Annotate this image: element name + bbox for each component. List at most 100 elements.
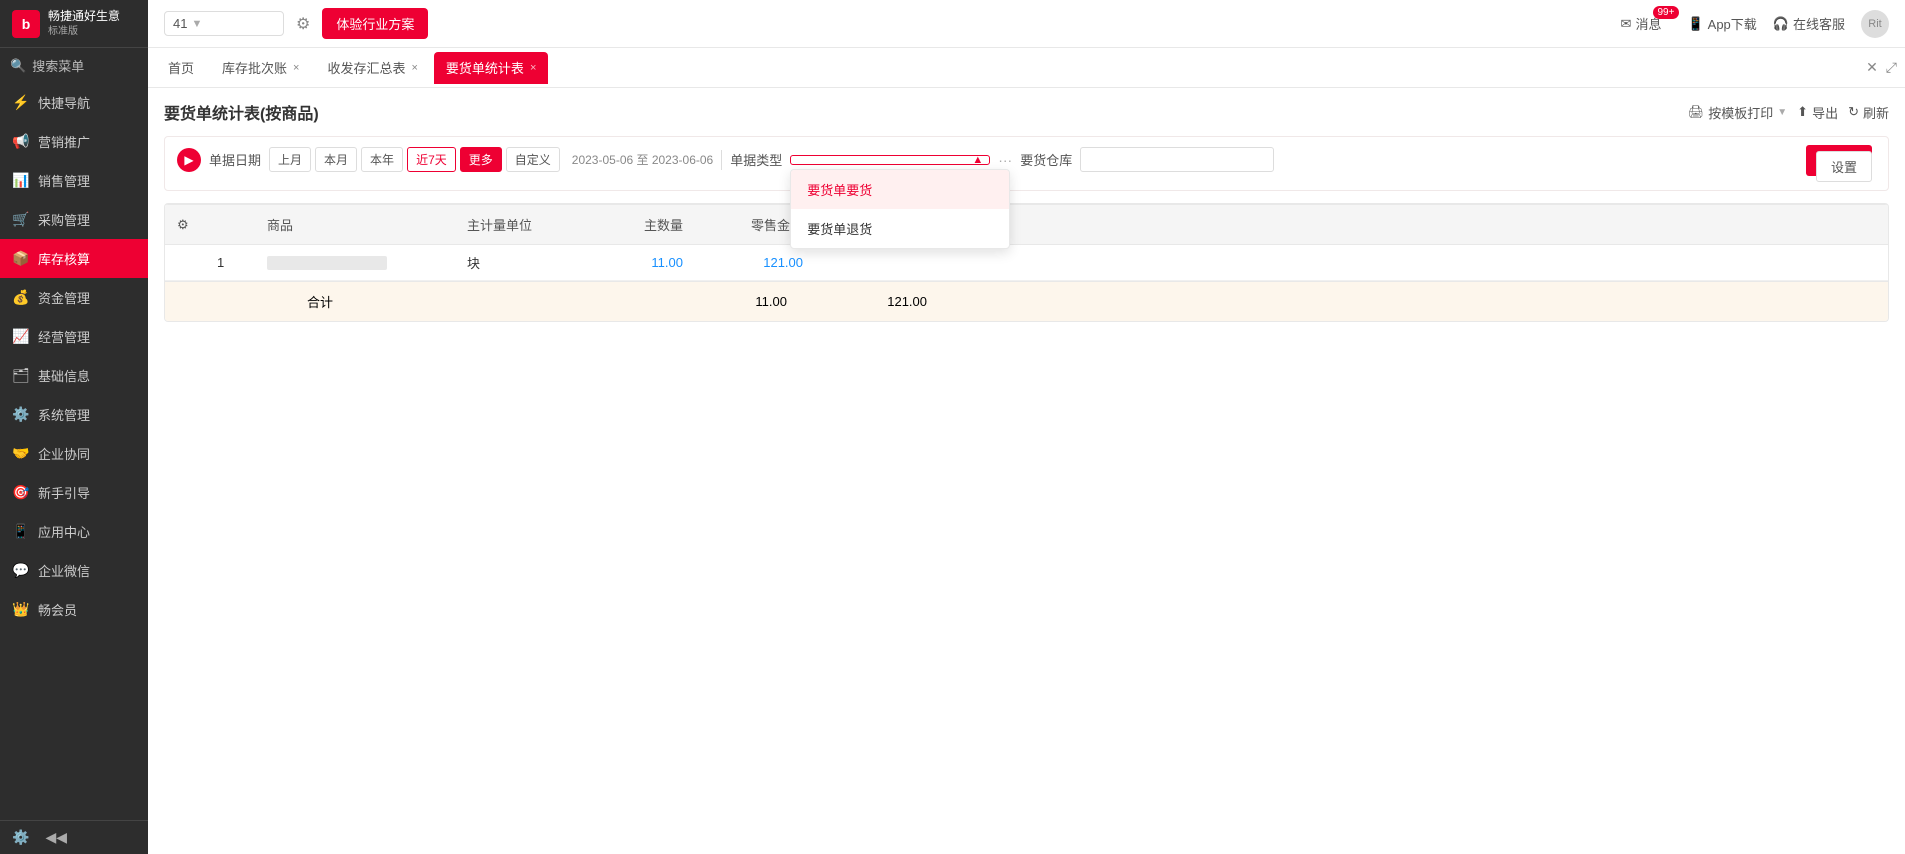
- download-icon: 📱: [1687, 16, 1703, 32]
- row-num-cell: 1: [205, 245, 255, 281]
- row-amount-cell[interactable]: 121.00: [695, 245, 815, 281]
- date-btn-custom[interactable]: 自定义: [506, 147, 560, 172]
- sidebar-item-inventory[interactable]: 📦 库存核算: [0, 239, 148, 278]
- sidebar-bottom: ⚙️ ◀◀: [0, 820, 148, 854]
- sidebar-item-shortcut[interactable]: ⚡ 快捷导航: [0, 83, 148, 122]
- row-unit-cell: 块: [455, 245, 575, 281]
- tab-receivable-summary[interactable]: 收发存汇总表 ×: [315, 52, 429, 84]
- type-selector[interactable]: ▲: [790, 155, 990, 165]
- tab-request-stats[interactable]: 要货单统计表 ×: [434, 52, 548, 84]
- marketing-icon: 📢: [12, 133, 30, 151]
- page-actions: 🖨 按模板打印 ▼ ⬆ 导出 ↻ 刷新: [1688, 103, 1889, 122]
- footer-quantity: 11.00: [667, 294, 787, 309]
- member-icon: 👑: [12, 601, 30, 619]
- main-content: 41 ▼ ⚙ 体验行业方案 ✉ 消息 99+ 📱 App下载 🎧 在线客服 Ri…: [148, 0, 1905, 854]
- date-label: 单据日期: [209, 150, 261, 169]
- sidebar-item-marketing[interactable]: 📢 营销推广: [0, 122, 148, 161]
- filter-expand-btn[interactable]: ▶: [177, 148, 201, 172]
- trial-btn[interactable]: 体验行业方案: [322, 8, 428, 39]
- print-template-btn[interactable]: 🖨 按模板打印 ▼: [1688, 103, 1787, 122]
- service-btn[interactable]: 🎧 在线客服: [1773, 14, 1845, 33]
- system-icon: ⚙️: [12, 406, 30, 424]
- guide-icon: 🎯: [12, 484, 30, 502]
- sidebar-item-operation[interactable]: 📈 经营管理: [0, 317, 148, 356]
- dropdown-item-return-request[interactable]: 要货单退货: [791, 209, 1009, 248]
- inventory-icon: 📦: [12, 250, 30, 268]
- date-btn-this-month[interactable]: 本月: [315, 147, 357, 172]
- tab-close-inventory-batch[interactable]: ×: [293, 62, 299, 74]
- type-label: 单据类型: [730, 150, 782, 169]
- tab-expand-icon[interactable]: ⤢: [1886, 59, 1897, 76]
- more-filters-btn[interactable]: ···: [998, 152, 1012, 168]
- operation-icon: 📈: [12, 328, 30, 346]
- tab-close-request-stats[interactable]: ×: [530, 62, 536, 74]
- sidebar-item-guide[interactable]: 🎯 新手引导: [0, 473, 148, 512]
- tab-bar: 首页 库存批次账 × 收发存汇总表 × 要货单统计表 × ✕ ⤢: [148, 48, 1905, 88]
- sidebar-item-purchase[interactable]: 🛒 采购管理: [0, 200, 148, 239]
- col-quantity: 主数量: [575, 205, 695, 245]
- row-empty-cell: [815, 245, 1888, 281]
- date-btn-this-year[interactable]: 本年: [361, 147, 403, 172]
- settings-bottom-icon[interactable]: ⚙️: [12, 829, 29, 846]
- chevron-down-icon: ▼: [191, 18, 202, 30]
- wechat-icon: 💬: [12, 562, 30, 580]
- dropdown-item-purchase-request[interactable]: 要货单要货: [791, 170, 1009, 209]
- tab-inventory-batch[interactable]: 库存批次账 ×: [210, 52, 311, 84]
- logo-icon: b: [12, 10, 40, 38]
- sidebar-item-basic[interactable]: 🗂 基础信息: [0, 356, 148, 395]
- app-download-btn[interactable]: 📱 App下载: [1687, 14, 1756, 33]
- store-selector[interactable]: 41 ▼: [164, 11, 284, 36]
- product-name-blurred: [267, 256, 387, 270]
- refresh-btn[interactable]: ↻ 刷新: [1848, 103, 1889, 122]
- sidebar-nav: ⚡ 快捷导航 📢 营销推广 📊 销售管理 🛒 采购管理 📦 库存核算 💰 资金管…: [0, 83, 148, 820]
- sidebar-item-enterprise[interactable]: 🤝 企业协同: [0, 434, 148, 473]
- sidebar-item-member[interactable]: 👑 畅会员: [0, 590, 148, 629]
- sidebar-item-finance[interactable]: 💰 资金管理: [0, 278, 148, 317]
- export-btn[interactable]: ⬆ 导出: [1797, 103, 1838, 122]
- page-content: 要货单统计表(按商品) 🖨 按模板打印 ▼ ⬆ 导出 ↻ 刷新: [148, 88, 1905, 854]
- date-btn-more[interactable]: 更多: [460, 147, 502, 172]
- footer-label: 合计: [307, 292, 507, 311]
- type-dropdown: 要货单要货 要货单退货: [790, 169, 1010, 249]
- col-product: 商品: [255, 205, 455, 245]
- settings-icon[interactable]: ⚙: [296, 14, 310, 34]
- tab-home[interactable]: 首页: [156, 52, 206, 84]
- page-title: 要货单统计表(按商品): [164, 100, 319, 124]
- date-btn-last-month[interactable]: 上月: [269, 147, 311, 172]
- row-quantity-cell[interactable]: 11.00: [575, 245, 695, 281]
- table-row: 1 块 11.00 121.00: [165, 245, 1888, 281]
- sidebar: b 畅捷通好生意 标准版 🔍 搜索菜单 ⚡ 快捷导航 📢 营销推广 📊 销售管理…: [0, 0, 148, 854]
- gear-icon[interactable]: ⚙: [177, 217, 189, 232]
- chevron-down-icon-print: ▼: [1777, 107, 1787, 118]
- warehouse-label: 要货仓库: [1020, 150, 1072, 169]
- page-title-row: 要货单统计表(按商品) 🖨 按模板打印 ▼ ⬆ 导出 ↻ 刷新: [164, 100, 1889, 124]
- sidebar-item-wechat[interactable]: 💬 企业微信: [0, 551, 148, 590]
- finance-icon: 💰: [12, 289, 30, 307]
- settings-btn[interactable]: 设置: [1816, 151, 1872, 182]
- top-header: 41 ▼ ⚙ 体验行业方案 ✉ 消息 99+ 📱 App下载 🎧 在线客服 Ri…: [148, 0, 1905, 48]
- row-product-cell: [255, 245, 455, 281]
- tab-close-receivable-summary[interactable]: ×: [411, 62, 417, 74]
- date-btn-last-7-days[interactable]: 近7天: [407, 147, 456, 172]
- page-inner: 要货单统计表(按商品) 🖨 按模板打印 ▼ ⬆ 导出 ↻ 刷新: [148, 88, 1905, 854]
- warehouse-input[interactable]: [1080, 147, 1274, 172]
- table-header-row: ⚙ 商品 主计量单位 主数量 零售金额: [165, 205, 1888, 245]
- avatar[interactable]: Rit: [1861, 10, 1889, 38]
- sidebar-item-sales[interactable]: 📊 销售管理: [0, 161, 148, 200]
- tab-close-all-icon[interactable]: ✕: [1866, 59, 1878, 76]
- chevron-up-icon: ▲: [972, 154, 983, 166]
- sidebar-item-system[interactable]: ⚙️ 系统管理: [0, 395, 148, 434]
- date-btn-group: 上月 本月 本年 近7天 更多 自定义: [269, 147, 560, 172]
- print-icon: 🖨: [1688, 104, 1705, 120]
- logo-text: 畅捷通好生意 标准版: [48, 9, 120, 38]
- headset-icon: 🎧: [1773, 16, 1789, 32]
- sidebar-item-appstore[interactable]: 📱 应用中心: [0, 512, 148, 551]
- filter-bar: ▶ 单据日期 上月 本月 本年 近7天 更多 自定义 2023-05-06 至 …: [164, 136, 1889, 191]
- appstore-icon: 📱: [12, 523, 30, 541]
- filter-row-1: ▶ 单据日期 上月 本月 本年 近7天 更多 自定义 2023-05-06 至 …: [177, 147, 1872, 172]
- message-btn[interactable]: ✉ 消息 99+: [1621, 14, 1672, 33]
- sidebar-search[interactable]: 🔍 搜索菜单: [0, 48, 148, 83]
- collapse-icon[interactable]: ◀◀: [45, 829, 67, 846]
- header-right: ✉ 消息 99+ 📱 App下载 🎧 在线客服 Rit: [1621, 10, 1889, 38]
- data-table-container: ⚙ 商品 主计量单位 主数量 零售金额: [164, 203, 1889, 322]
